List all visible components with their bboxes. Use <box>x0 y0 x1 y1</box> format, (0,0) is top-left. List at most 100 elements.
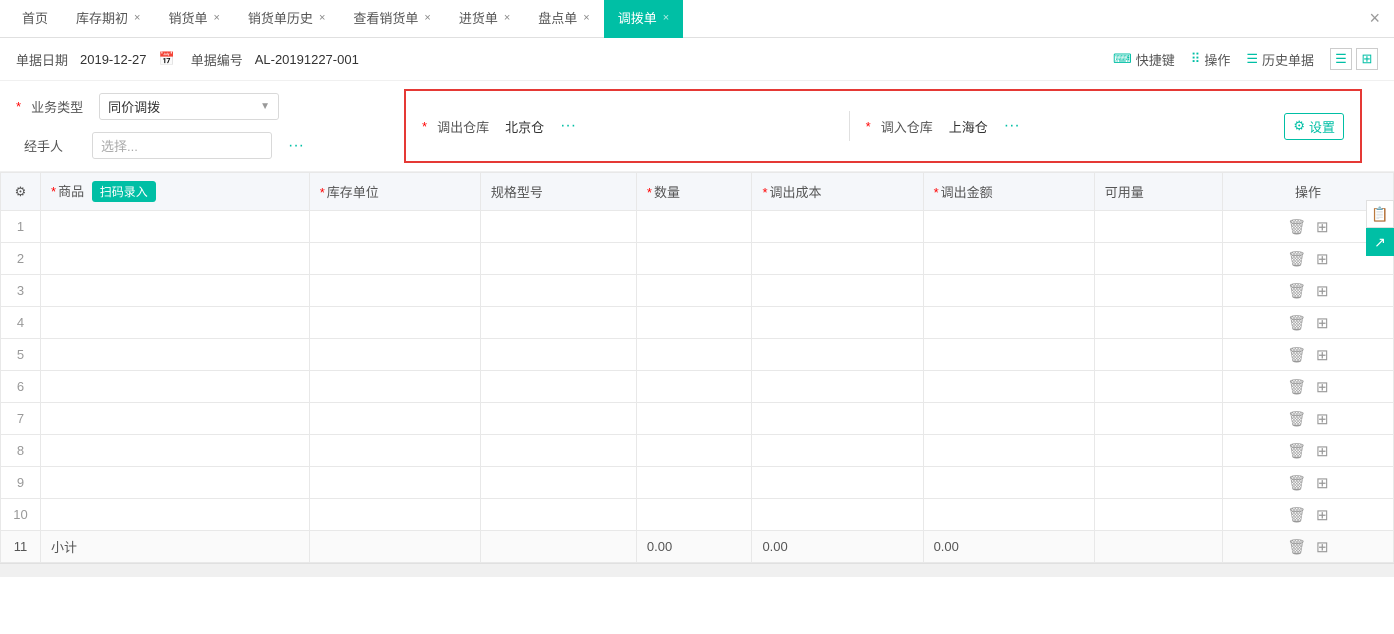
cell-amount-2[interactable] <box>923 243 1094 275</box>
cell-unit-8[interactable] <box>309 435 480 467</box>
cell-spec-4[interactable] <box>480 307 636 339</box>
tab-home[interactable]: 首页 <box>8 0 62 38</box>
cell-qty-7[interactable] <box>636 403 752 435</box>
delete-row-6[interactable]: 🗑 <box>1287 379 1306 396</box>
cell-qty-1[interactable] <box>636 211 752 243</box>
sidebar-expand-icon[interactable]: ↗ <box>1366 228 1394 256</box>
tab-stocktake[interactable]: 盘点单 × <box>524 0 603 38</box>
col-gear[interactable]: ⚙ <box>1 173 41 211</box>
copy-row-8[interactable]: ⊞ <box>1316 443 1329 460</box>
delete-row-10[interactable]: 🗑 <box>1287 507 1306 524</box>
cell-cost-6[interactable] <box>752 371 923 403</box>
cell-available-6[interactable] <box>1094 371 1222 403</box>
handler-more-btn[interactable]: ··· <box>288 137 304 155</box>
cell-cost-7[interactable] <box>752 403 923 435</box>
close-tab-inventory-init[interactable]: × <box>134 12 140 24</box>
cell-qty-5[interactable] <box>636 339 752 371</box>
delete-row-2[interactable]: 🗑 <box>1287 251 1306 268</box>
handler-select[interactable]: 选择... <box>92 132 272 159</box>
cell-spec-5[interactable] <box>480 339 636 371</box>
cell-spec-9[interactable] <box>480 467 636 499</box>
copy-row-2[interactable]: ⊞ <box>1316 251 1329 268</box>
delete-row-3[interactable]: 🗑 <box>1287 283 1306 300</box>
cell-cost-8[interactable] <box>752 435 923 467</box>
cell-cost-3[interactable] <box>752 275 923 307</box>
transfer-out-value[interactable]: 北京仓 <box>505 117 544 136</box>
cell-spec-6[interactable] <box>480 371 636 403</box>
cell-unit-4[interactable] <box>309 307 480 339</box>
copy-row-11[interactable]: ⊞ <box>1316 539 1329 556</box>
horizontal-scrollbar[interactable] <box>0 563 1394 577</box>
cell-cost-10[interactable] <box>752 499 923 531</box>
cell-cost-4[interactable] <box>752 307 923 339</box>
cell-available-4[interactable] <box>1094 307 1222 339</box>
delete-row-5[interactable]: 🗑 <box>1287 347 1306 364</box>
tab-transfer[interactable]: 调拨单 × <box>604 0 683 38</box>
cell-spec-7[interactable] <box>480 403 636 435</box>
transfer-in-more-btn[interactable]: ··· <box>1004 117 1020 135</box>
cell-cost-5[interactable] <box>752 339 923 371</box>
copy-row-6[interactable]: ⊞ <box>1316 379 1329 396</box>
cell-unit-2[interactable] <box>309 243 480 275</box>
delete-row-7[interactable]: 🗑 <box>1287 411 1306 428</box>
view-toggle-grid[interactable]: ⊞ <box>1356 48 1378 70</box>
tab-inventory-init[interactable]: 库存期初 × <box>62 0 154 38</box>
close-tab-view-sales[interactable]: × <box>424 12 430 24</box>
cell-amount-1[interactable] <box>923 211 1094 243</box>
cell-cost-2[interactable] <box>752 243 923 275</box>
cell-unit-6[interactable] <box>309 371 480 403</box>
copy-row-5[interactable]: ⊞ <box>1316 347 1329 364</box>
copy-row-3[interactable]: ⊞ <box>1316 283 1329 300</box>
copy-row-9[interactable]: ⊞ <box>1316 475 1329 492</box>
cell-qty-10[interactable] <box>636 499 752 531</box>
tab-sales-order[interactable]: 销货单 × <box>154 0 233 38</box>
cell-unit-5[interactable] <box>309 339 480 371</box>
close-tab-sales-order[interactable]: × <box>213 12 219 24</box>
cell-amount-4[interactable] <box>923 307 1094 339</box>
cell-amount-3[interactable] <box>923 275 1094 307</box>
delete-row-4[interactable]: 🗑 <box>1287 315 1306 332</box>
cell-available-9[interactable] <box>1094 467 1222 499</box>
cell-goods-11[interactable]: 小计 <box>41 531 310 563</box>
cell-available-10[interactable] <box>1094 499 1222 531</box>
cell-amount-8[interactable] <box>923 435 1094 467</box>
cell-available-1[interactable] <box>1094 211 1222 243</box>
cell-available-3[interactable] <box>1094 275 1222 307</box>
cell-qty-6[interactable] <box>636 371 752 403</box>
cell-qty-3[interactable] <box>636 275 752 307</box>
cell-goods-7[interactable] <box>41 403 310 435</box>
cell-amount-7[interactable] <box>923 403 1094 435</box>
cell-goods-6[interactable] <box>41 371 310 403</box>
cell-cost-9[interactable] <box>752 467 923 499</box>
cell-unit-9[interactable] <box>309 467 480 499</box>
cell-available-2[interactable] <box>1094 243 1222 275</box>
cell-goods-10[interactable] <box>41 499 310 531</box>
cell-goods-3[interactable] <box>41 275 310 307</box>
cell-goods-5[interactable] <box>41 339 310 371</box>
close-tab-sales-history[interactable]: × <box>319 12 325 24</box>
delete-row-8[interactable]: 🗑 <box>1287 443 1306 460</box>
cell-amount-5[interactable] <box>923 339 1094 371</box>
cell-unit-3[interactable] <box>309 275 480 307</box>
cell-unit-1[interactable] <box>309 211 480 243</box>
shortcuts-action[interactable]: ⌨ 快捷键 <box>1113 50 1175 69</box>
cell-goods-1[interactable] <box>41 211 310 243</box>
cell-spec-8[interactable] <box>480 435 636 467</box>
cell-goods-8[interactable] <box>41 435 310 467</box>
transfer-in-value[interactable]: 上海仓 <box>949 117 988 136</box>
copy-row-4[interactable]: ⊞ <box>1316 315 1329 332</box>
cell-qty-4[interactable] <box>636 307 752 339</box>
tab-view-sales[interactable]: 查看销货单 × <box>339 0 444 38</box>
close-tab-transfer[interactable]: × <box>663 12 669 24</box>
date-value[interactable]: 2019-12-27 <box>80 52 147 67</box>
cell-amount-6[interactable] <box>923 371 1094 403</box>
cell-qty-9[interactable] <box>636 467 752 499</box>
cell-unit-10[interactable] <box>309 499 480 531</box>
close-tab-stocktake[interactable]: × <box>583 12 589 24</box>
sidebar-notes-icon[interactable]: 📋 <box>1366 200 1394 228</box>
business-type-select[interactable]: 同价调拨 ▼ <box>99 93 279 120</box>
tab-purchase-order[interactable]: 进货单 × <box>445 0 524 38</box>
close-tab-purchase-order[interactable]: × <box>504 12 510 24</box>
cell-amount-10[interactable] <box>923 499 1094 531</box>
cell-available-5[interactable] <box>1094 339 1222 371</box>
